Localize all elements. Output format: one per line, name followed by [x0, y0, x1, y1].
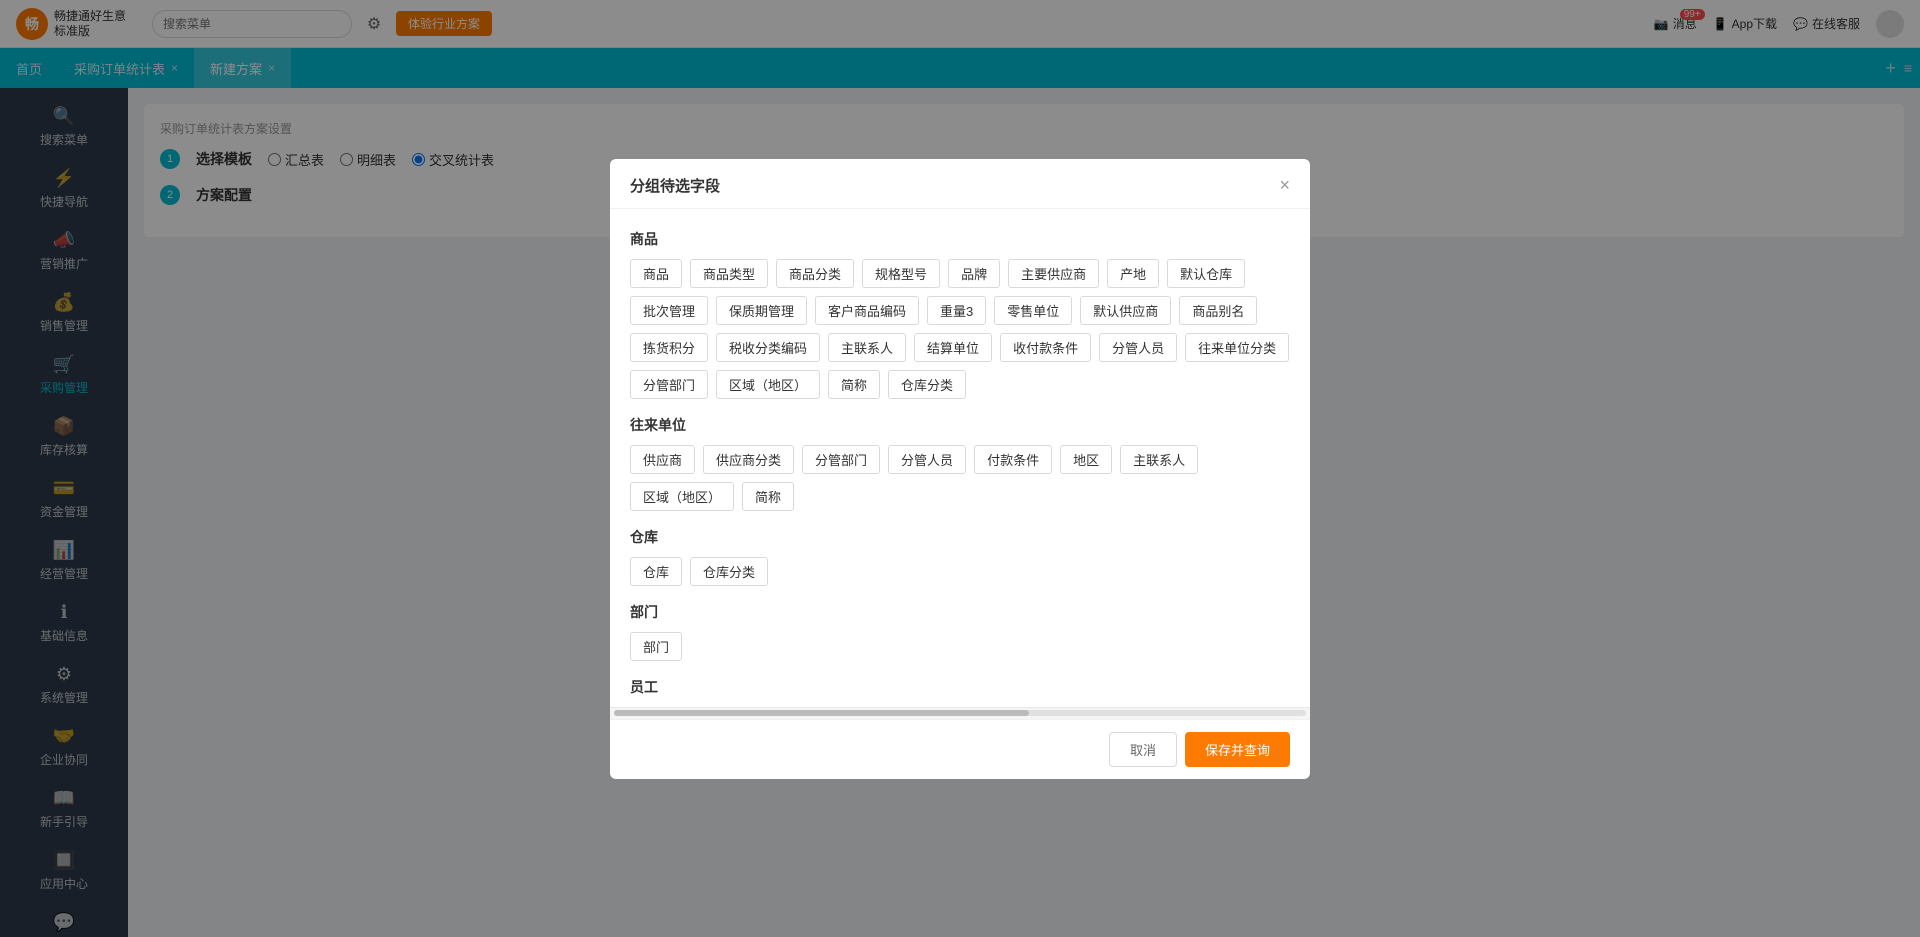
tag-product-type[interactable]: 商品类型 [690, 259, 768, 288]
tag-payment-terms[interactable]: 收付款条件 [1000, 333, 1091, 362]
tag-product-category[interactable]: 商品分类 [776, 259, 854, 288]
modal-header: 分组待选字段 × [610, 159, 1310, 209]
tag-warehouse[interactable]: 仓库 [630, 557, 682, 586]
tag-main-supplier[interactable]: 主要供应商 [1008, 259, 1099, 288]
warehouse-tag-group: 仓库 仓库分类 [630, 557, 1290, 586]
tag-partner-area[interactable]: 区域（地区） [630, 482, 734, 511]
tag-default-warehouse[interactable]: 默认仓库 [1167, 259, 1245, 288]
section-title-staff: 员工 [630, 677, 1290, 697]
modal-footer: 取消 保存并查询 [610, 719, 1310, 779]
tag-spec-model[interactable]: 规格型号 [862, 259, 940, 288]
field-select-modal: 分组待选字段 × 商品 商品 商品类型 商品分类 规格型号 品牌 主要供应商 产… [610, 159, 1310, 779]
modal-body: 商品 商品 商品类型 商品分类 规格型号 品牌 主要供应商 产地 默认仓库 批次… [610, 209, 1310, 707]
horizontal-scrollbar[interactable] [610, 707, 1310, 719]
tag-customer-product-code[interactable]: 客户商品编码 [815, 296, 919, 325]
section-title-product: 商品 [630, 229, 1290, 249]
tag-tax-code[interactable]: 税收分类编码 [716, 333, 820, 362]
tag-default-supplier[interactable]: 默认供应商 [1080, 296, 1171, 325]
cancel-button[interactable]: 取消 [1109, 732, 1177, 767]
tag-department[interactable]: 部门 [630, 632, 682, 661]
tag-product[interactable]: 商品 [630, 259, 682, 288]
product-tag-group: 商品 商品类型 商品分类 规格型号 品牌 主要供应商 产地 默认仓库 批次管理 … [630, 259, 1290, 399]
tag-partner-dept[interactable]: 分管部门 [802, 445, 880, 474]
tag-product-alias[interactable]: 商品别名 [1179, 296, 1257, 325]
tag-partner-main-contact[interactable]: 主联系人 [1120, 445, 1198, 474]
tag-manager[interactable]: 分管人员 [1099, 333, 1177, 362]
tag-supplier[interactable]: 供应商 [630, 445, 695, 474]
modal-close-button[interactable]: × [1279, 176, 1290, 194]
tag-retail-unit[interactable]: 零售单位 [994, 296, 1072, 325]
save-query-button[interactable]: 保存并查询 [1185, 732, 1290, 767]
tag-expiry-management[interactable]: 保质期管理 [716, 296, 807, 325]
section-title-dept: 部门 [630, 602, 1290, 622]
tag-region[interactable]: 区域（地区） [716, 370, 820, 399]
dept-tag-group: 部门 [630, 632, 1290, 661]
tag-main-contact[interactable]: 主联系人 [828, 333, 906, 362]
tag-partner-manager[interactable]: 分管人员 [888, 445, 966, 474]
tag-dept[interactable]: 分管部门 [630, 370, 708, 399]
tag-warehouse-category[interactable]: 仓库分类 [888, 370, 966, 399]
tag-weight3[interactable]: 重量3 [927, 296, 986, 325]
tag-pick-points[interactable]: 拣货积分 [630, 333, 708, 362]
tag-batch-management[interactable]: 批次管理 [630, 296, 708, 325]
tag-settlement-unit[interactable]: 结算单位 [914, 333, 992, 362]
partner-tag-group: 供应商 供应商分类 分管部门 分管人员 付款条件 地区 主联系人 区域（地区） … [630, 445, 1290, 511]
tag-supplier-category[interactable]: 供应商分类 [703, 445, 794, 474]
section-title-warehouse: 仓库 [630, 527, 1290, 547]
tag-partner-region[interactable]: 地区 [1060, 445, 1112, 474]
section-title-partner: 往来单位 [630, 415, 1290, 435]
tag-short-name[interactable]: 简称 [828, 370, 880, 399]
tag-partner-payment[interactable]: 付款条件 [974, 445, 1052, 474]
modal-title: 分组待选字段 [630, 175, 720, 196]
modal-overlay: 分组待选字段 × 商品 商品 商品类型 商品分类 规格型号 品牌 主要供应商 产… [0, 0, 1920, 937]
tag-origin[interactable]: 产地 [1107, 259, 1159, 288]
tag-partner-category[interactable]: 往来单位分类 [1185, 333, 1289, 362]
tag-warehouse-cat[interactable]: 仓库分类 [690, 557, 768, 586]
tag-partner-short-name[interactable]: 简称 [742, 482, 794, 511]
tag-brand[interactable]: 品牌 [948, 259, 1000, 288]
hscroll-track [614, 710, 1306, 716]
hscroll-thumb[interactable] [614, 710, 1029, 716]
